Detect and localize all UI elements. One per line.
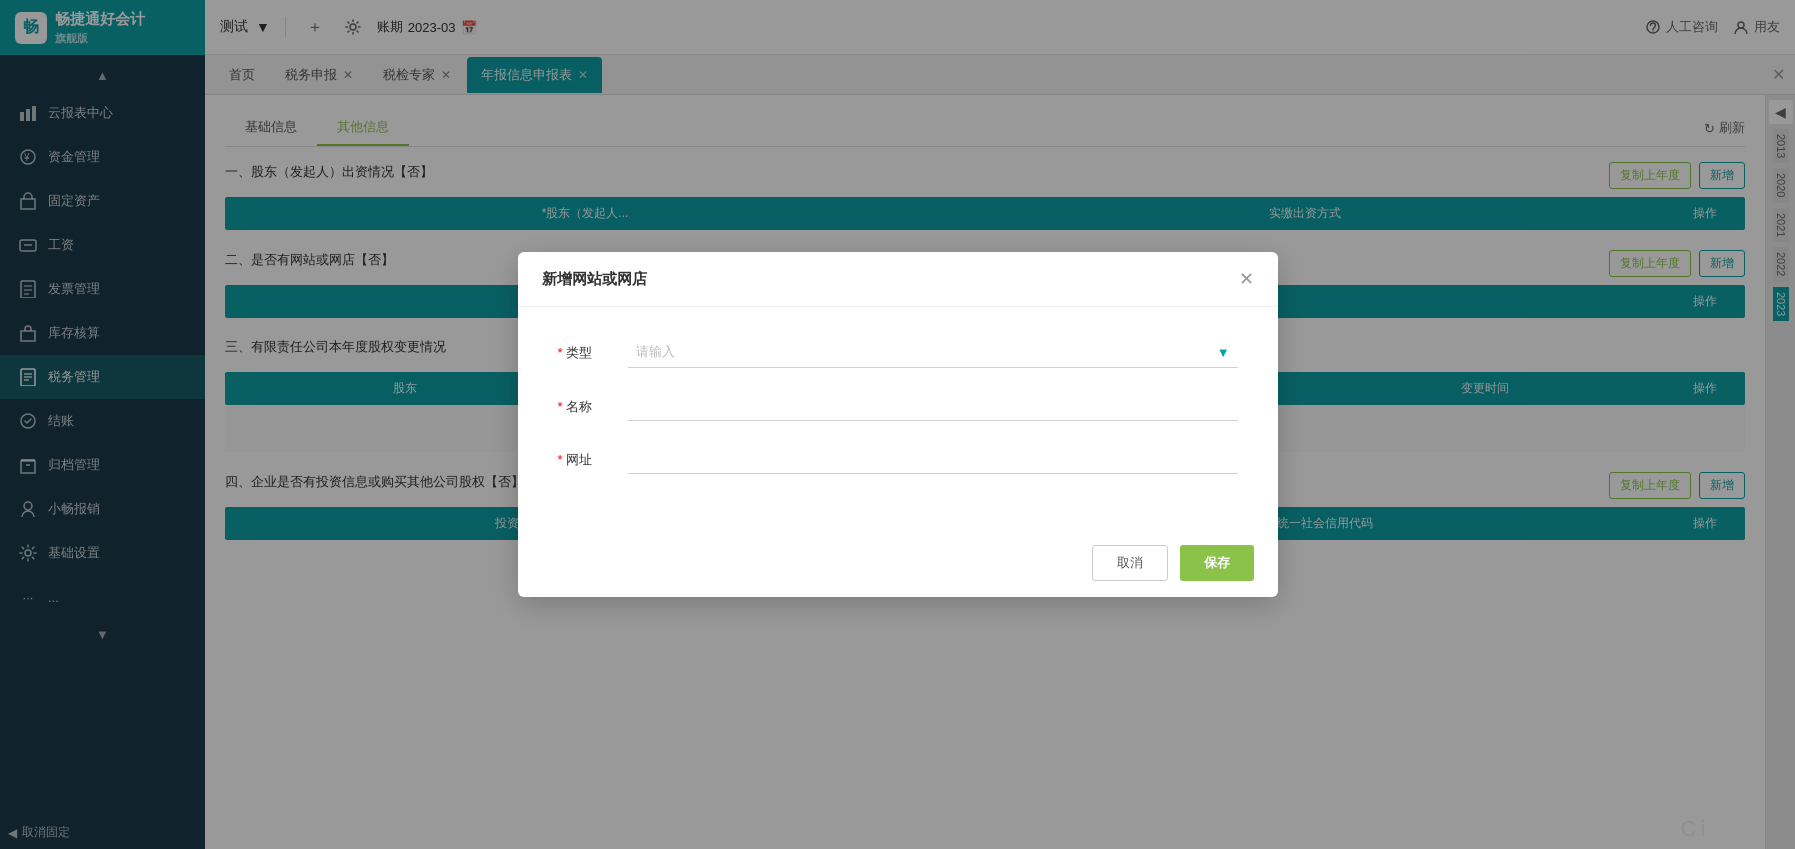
modal-body: * 类型 请输入 ▼ * 名称 * 网址	[518, 307, 1278, 529]
modal-header: 新增网站或网店 ✕	[518, 252, 1278, 307]
save-button[interactable]: 保存	[1180, 545, 1254, 581]
required-star-type: *	[558, 345, 563, 360]
modal-add-website: 新增网站或网店 ✕ * 类型 请输入 ▼ * 名称	[518, 252, 1278, 597]
type-placeholder: 请输入	[636, 343, 675, 361]
type-dropdown-icon: ▼	[1217, 345, 1230, 360]
url-input[interactable]	[628, 446, 1238, 474]
form-field-name: * 名称	[558, 393, 1238, 421]
modal-overlay[interactable]: 新增网站或网店 ✕ * 类型 请输入 ▼ * 名称	[0, 0, 1795, 849]
form-label-url: * 网址	[558, 451, 618, 469]
form-label-type: * 类型	[558, 344, 618, 362]
form-field-url: * 网址	[558, 446, 1238, 474]
type-select-wrapper[interactable]: 请输入 ▼	[628, 337, 1238, 368]
modal-title: 新增网站或网店	[542, 270, 647, 289]
form-field-type: * 类型 请输入 ▼	[558, 337, 1238, 368]
cancel-button[interactable]: 取消	[1092, 545, 1168, 581]
name-input[interactable]	[628, 393, 1238, 421]
form-label-name: * 名称	[558, 398, 618, 416]
modal-close-icon[interactable]: ✕	[1239, 268, 1254, 290]
modal-footer: 取消 保存	[518, 529, 1278, 597]
required-star-url: *	[558, 452, 563, 467]
required-star-name: *	[558, 399, 563, 414]
